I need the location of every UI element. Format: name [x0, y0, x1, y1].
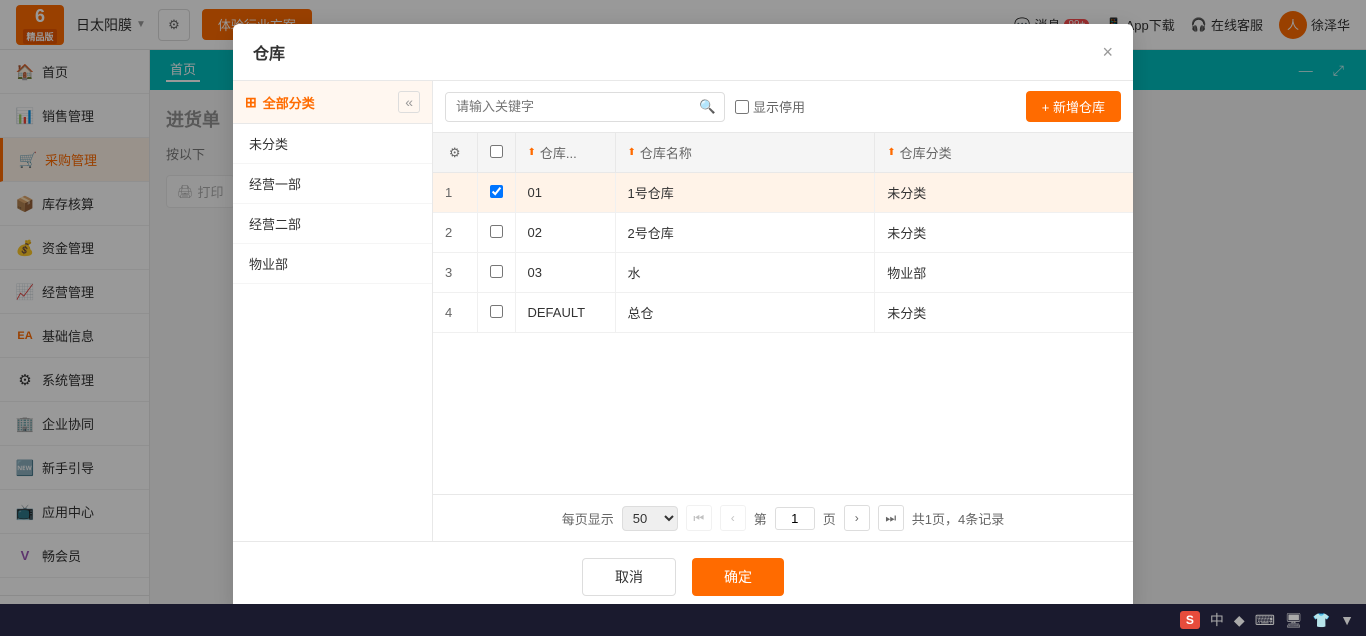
- td-code: 03: [515, 253, 615, 293]
- td-name: 水: [615, 253, 875, 293]
- modal-overlay: 仓库 × ⊞ 全部分类 « 未分类 经营一部: [0, 0, 1366, 636]
- page-label: 第: [754, 509, 767, 528]
- table-toolbar: 🔍 显示停用 + 新增仓库: [433, 81, 1133, 133]
- last-page-button[interactable]: ⏭: [878, 505, 904, 531]
- modal-close-button[interactable]: ×: [1102, 42, 1113, 63]
- sort-cat-icon: ⬆: [887, 147, 895, 158]
- next-page-button[interactable]: ›: [844, 505, 870, 531]
- category-header: ⊞ 全部分类 «: [233, 81, 432, 124]
- modal-footer: 取消 确定: [233, 541, 1133, 612]
- confirm-button[interactable]: 确定: [692, 558, 784, 596]
- sort-icon: ⬆: [528, 147, 536, 158]
- table-row[interactable]: 2 02 2号仓库 未分类: [433, 213, 1133, 253]
- th-category-label: 仓库分类: [900, 143, 952, 162]
- category-item-ops1[interactable]: 经营一部: [233, 164, 432, 204]
- page-unit: 页: [823, 509, 836, 528]
- search-button[interactable]: 🔍: [691, 93, 724, 121]
- warehouse-table: ⚙ ⬆ 仓库...: [433, 133, 1133, 333]
- modal-title: 仓库: [253, 40, 285, 64]
- search-box: 🔍: [445, 92, 725, 122]
- grid-icon: ⊞: [245, 94, 257, 111]
- search-icon: 🔍: [699, 99, 716, 114]
- statusbar-logo: S: [1180, 611, 1200, 629]
- td-code: 02: [515, 213, 615, 253]
- td-check: [477, 253, 515, 293]
- td-name: 总仓: [615, 293, 875, 333]
- th-settings[interactable]: ⚙: [433, 133, 477, 173]
- table-row[interactable]: 4 DEFAULT 总仓 未分类: [433, 293, 1133, 333]
- row-checkbox[interactable]: [490, 265, 503, 278]
- table-row[interactable]: 1 01 1号仓库 未分类: [433, 173, 1133, 213]
- statusbar: S 中 ◆ ⌨ 🖥 👕 ▼: [0, 604, 1366, 636]
- shirt-icon: 👕: [1313, 612, 1330, 629]
- total-info: 共1页，4条记录: [912, 509, 1004, 528]
- show-disabled-label: 显示停用: [735, 97, 805, 116]
- select-all-checkbox[interactable]: [490, 145, 503, 158]
- pagination: 每页显示 50 100 200 ⏮ ‹ 第 页 › ⏭ 共1页，4条记录: [433, 494, 1133, 541]
- td-category: 未分类: [875, 213, 1133, 253]
- td-category: 物业部: [875, 253, 1133, 293]
- td-category: 未分类: [875, 293, 1133, 333]
- modal-header: 仓库 ×: [233, 24, 1133, 81]
- per-page-label: 每页显示: [562, 509, 614, 528]
- category-label-property: 物业部: [249, 257, 288, 272]
- arrow-down-icon: ▼: [1340, 612, 1354, 628]
- td-code: DEFAULT: [515, 293, 615, 333]
- td-name: 2号仓库: [615, 213, 875, 253]
- td-num: 2: [433, 213, 477, 253]
- td-check: [477, 293, 515, 333]
- th-name[interactable]: ⬆ 仓库名称: [615, 133, 875, 173]
- table-panel: 🔍 显示停用 + 新增仓库 ⚙: [433, 81, 1133, 541]
- td-code: 01: [515, 173, 615, 213]
- category-item-property[interactable]: 物业部: [233, 244, 432, 284]
- th-category[interactable]: ⬆ 仓库分类: [875, 133, 1133, 173]
- row-checkbox[interactable]: [490, 225, 503, 238]
- category-label-ops2: 经营二部: [249, 217, 301, 232]
- category-collapse-button[interactable]: «: [398, 91, 420, 113]
- th-name-label: 仓库名称: [640, 143, 692, 162]
- prev-page-button[interactable]: ‹: [720, 505, 746, 531]
- settings-col-icon: ⚙: [449, 145, 461, 160]
- category-item-ops2[interactable]: 经营二部: [233, 204, 432, 244]
- td-num: 1: [433, 173, 477, 213]
- warehouse-modal: 仓库 × ⊞ 全部分类 « 未分类 经营一部: [233, 24, 1133, 612]
- td-check: [477, 173, 515, 213]
- show-disabled-checkbox[interactable]: [735, 100, 749, 114]
- th-checkbox: [477, 133, 515, 173]
- per-page-select[interactable]: 50 100 200: [622, 506, 678, 531]
- modal-body: ⊞ 全部分类 « 未分类 经营一部 经营二部 物业部: [233, 81, 1133, 541]
- keyboard-icon: ⌨: [1255, 612, 1275, 629]
- category-all[interactable]: ⊞ 全部分类: [245, 93, 315, 112]
- statusbar-icon-dot: ◆: [1234, 612, 1245, 629]
- cancel-button[interactable]: 取消: [582, 558, 676, 596]
- add-warehouse-button[interactable]: + 新增仓库: [1026, 91, 1121, 122]
- td-category: 未分类: [875, 173, 1133, 213]
- th-code-label: 仓库...: [540, 143, 577, 162]
- table-body: 1 01 1号仓库 未分类 2 02 2号仓库 未分类 3 03 水 物业部 4…: [433, 173, 1133, 333]
- row-checkbox[interactable]: [490, 305, 503, 318]
- sort-name-icon: ⬆: [628, 147, 636, 158]
- category-panel: ⊞ 全部分类 « 未分类 经营一部 经营二部 物业部: [233, 81, 433, 541]
- td-check: [477, 213, 515, 253]
- category-all-label: 全部分类: [263, 93, 315, 112]
- table-row[interactable]: 3 03 水 物业部: [433, 253, 1133, 293]
- td-num: 3: [433, 253, 477, 293]
- statusbar-icon-zh: 中: [1210, 610, 1224, 630]
- page-input[interactable]: [775, 507, 815, 530]
- th-code[interactable]: ⬆ 仓库...: [515, 133, 615, 173]
- td-name: 1号仓库: [615, 173, 875, 213]
- show-disabled-text: 显示停用: [753, 97, 805, 116]
- category-item-unclassified[interactable]: 未分类: [233, 124, 432, 164]
- row-checkbox[interactable]: [490, 185, 503, 198]
- data-table: ⚙ ⬆ 仓库...: [433, 133, 1133, 494]
- category-label-unclassified: 未分类: [249, 137, 288, 152]
- first-page-button[interactable]: ⏮: [686, 505, 712, 531]
- td-num: 4: [433, 293, 477, 333]
- monitor-icon: 🖥: [1285, 612, 1303, 629]
- category-label-ops1: 经营一部: [249, 177, 301, 192]
- search-input[interactable]: [446, 93, 691, 120]
- table-header-row: ⚙ ⬆ 仓库...: [433, 133, 1133, 173]
